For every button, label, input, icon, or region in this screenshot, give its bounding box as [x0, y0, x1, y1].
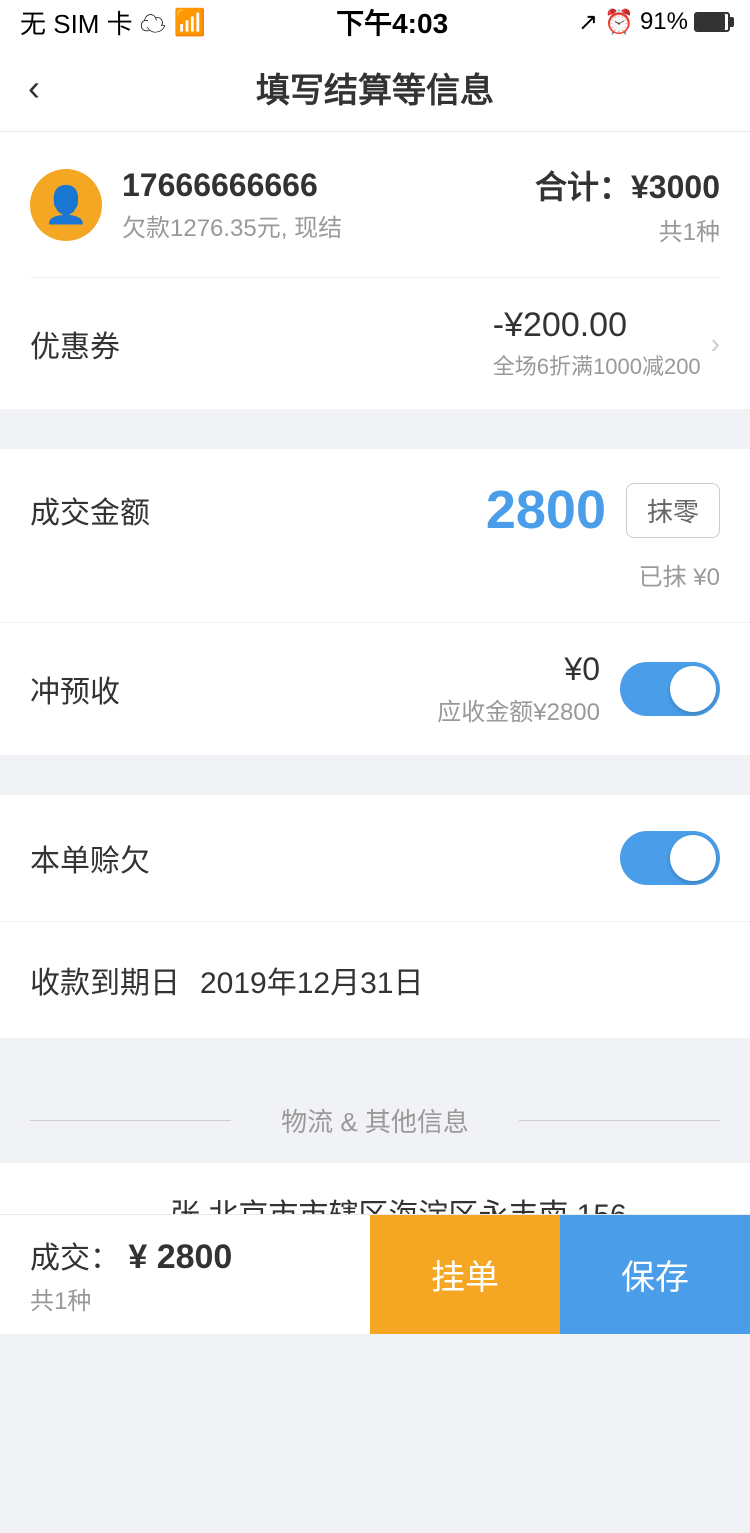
- total-amount: 合计：¥3000: [535, 162, 720, 208]
- debt-row: 本单赊欠: [0, 795, 750, 921]
- battery-icon: [694, 12, 730, 32]
- charge-label: 冲预收: [30, 667, 120, 711]
- status-time: 下午4:03: [336, 2, 448, 42]
- alarm-icon: ⏰: [604, 8, 634, 37]
- customer-debt: 欠款1276.35元, 现结: [122, 208, 342, 243]
- charge-right: ¥0 应收金额¥2800: [437, 651, 720, 727]
- charge-amount-group: ¥0 应收金额¥2800: [437, 651, 600, 727]
- duedate-row: 收款到期日 2019年12月31日: [0, 921, 750, 1038]
- save-button[interactable]: 保存: [560, 1215, 750, 1334]
- bottom-summary: 成交： ¥ 2800 共1种: [0, 1233, 370, 1316]
- divider-line-right: [519, 1120, 720, 1121]
- charge-amount: ¥0: [437, 651, 600, 688]
- coupon-discount: -¥200.00: [493, 306, 701, 345]
- duedate-value: 2019年12月31日: [200, 958, 423, 1002]
- deal-right: 2800 抹零: [486, 479, 720, 541]
- coupon-right: -¥200.00 全场6折满1000减200 ›: [493, 306, 720, 381]
- separator-1: [0, 429, 750, 449]
- section-divider-text: 物流 & 其他信息: [281, 1102, 469, 1139]
- charge-receivable: 应收金额¥2800: [437, 692, 600, 727]
- separator-3: [0, 1058, 750, 1078]
- customer-row: 👤 17666666666 欠款1276.35元, 现结 合计：¥3000 共1…: [0, 132, 750, 277]
- status-right: ↗ ⏰ 91%: [578, 8, 730, 37]
- deal-card: 成交金额 2800 抹零 已抹 ¥0 冲预收 ¥0 应收金额¥2800: [0, 449, 750, 755]
- location-icon: ↗: [578, 8, 598, 37]
- deal-row: 成交金额 2800 抹零: [30, 479, 720, 541]
- charge-row: 冲预收 ¥0 应收金额¥2800: [0, 622, 750, 755]
- avatar: 👤: [30, 169, 102, 241]
- nav-bar: ‹ 填写结算等信息: [0, 44, 750, 132]
- customer-card: 👤 17666666666 欠款1276.35元, 现结 合计：¥3000 共1…: [0, 132, 750, 409]
- summary-amount: ¥ 2800: [128, 1238, 232, 1276]
- back-button[interactable]: ‹: [28, 67, 40, 109]
- divider-line-left: [30, 1120, 231, 1121]
- coupon-row[interactable]: 优惠券 -¥200.00 全场6折满1000减200 ›: [0, 278, 750, 409]
- summary-line1: 成交： ¥ 2800: [30, 1233, 340, 1277]
- separator-2: [0, 775, 750, 795]
- duedate-label: 收款到期日: [30, 958, 180, 1002]
- customer-info: 17666666666 欠款1276.35元, 现结: [122, 167, 342, 243]
- round-button[interactable]: 抹零: [626, 483, 720, 538]
- status-left: 无 SIM 卡 ☁ 📶: [20, 4, 206, 41]
- coupon-desc: 全场6折满1000减200: [493, 349, 701, 381]
- bottom-bar: 成交： ¥ 2800 共1种 挂单 保存: [0, 1214, 750, 1334]
- debt-label: 本单赊欠: [30, 836, 150, 880]
- total-count: 共1种: [535, 212, 720, 247]
- no-sim-text: 无 SIM 卡 ☁: [20, 4, 166, 41]
- battery-text: 91%: [640, 8, 688, 36]
- deal-label: 成交金额: [30, 488, 150, 532]
- chevron-right-icon: ›: [711, 328, 720, 360]
- coupon-info: -¥200.00 全场6折满1000减200: [493, 306, 701, 381]
- bottom-spacer: [0, 1333, 750, 1533]
- deal-section: 成交金额 2800 抹零 已抹 ¥0: [0, 449, 750, 622]
- page-title: 填写结算等信息: [256, 63, 494, 112]
- debt-toggle[interactable]: [620, 831, 720, 885]
- summary-count: 共1种: [30, 1281, 340, 1316]
- charge-toggle[interactable]: [620, 662, 720, 716]
- customer-left: 👤 17666666666 欠款1276.35元, 现结: [30, 167, 342, 243]
- avatar-icon: 👤: [44, 184, 89, 226]
- summary-prefix: 成交：: [30, 1242, 120, 1275]
- deal-amount: 2800: [486, 479, 606, 541]
- section-divider: 物流 & 其他信息: [0, 1078, 750, 1163]
- customer-phone: 17666666666: [122, 167, 342, 204]
- debt-card: 本单赊欠 收款到期日 2019年12月31日: [0, 795, 750, 1038]
- status-bar: 无 SIM 卡 ☁ 📶 下午4:03 ↗ ⏰ 91%: [0, 0, 750, 44]
- hold-button[interactable]: 挂单: [370, 1215, 560, 1334]
- wifi-icon: 📶: [174, 7, 206, 38]
- customer-total: 合计：¥3000 共1种: [535, 162, 720, 247]
- deal-subtotal: 已抹 ¥0: [30, 557, 720, 592]
- coupon-label: 优惠券: [30, 322, 120, 366]
